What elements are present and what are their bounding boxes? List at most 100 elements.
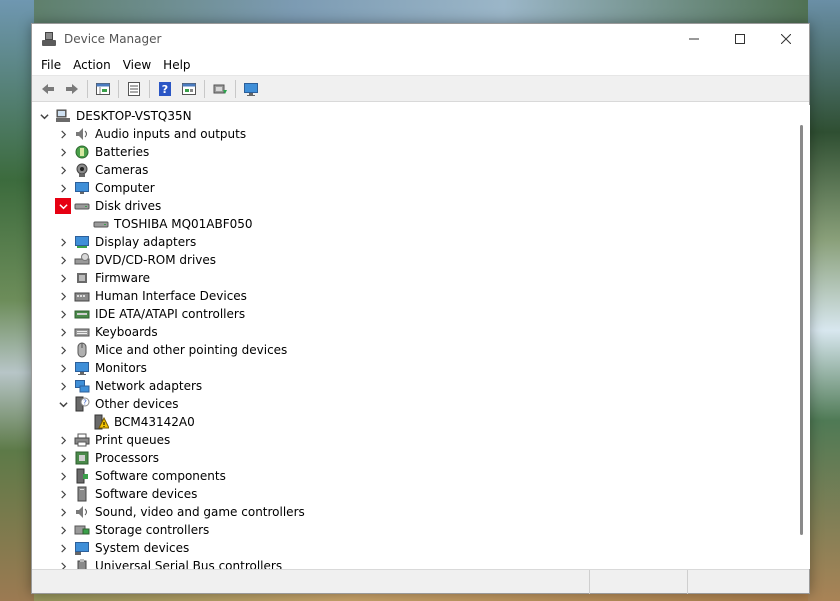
tree-item-label: DVD/CD-ROM drives (95, 253, 217, 267)
tree-item-label: Disk drives (95, 199, 162, 213)
expand-toggle[interactable] (55, 270, 71, 286)
status-cell-tertiary (688, 570, 809, 594)
monitor-icon (74, 360, 90, 376)
tree-category[interactable]: Audio inputs and outputs (33, 125, 793, 143)
tree-item-label: Firmware (95, 271, 150, 285)
usb-icon (74, 558, 90, 569)
expand-toggle[interactable] (55, 252, 71, 268)
chevron-right-icon (60, 309, 66, 319)
expand-toggle[interactable] (55, 540, 71, 556)
title-bar[interactable]: Device Manager (32, 24, 809, 54)
tree-device[interactable]: BCM43142A0 (33, 413, 793, 431)
expand-toggle[interactable] (55, 360, 71, 376)
tree-category[interactable]: Human Interface Devices (33, 287, 793, 305)
chevron-right-icon (60, 291, 66, 301)
update-driver-button[interactable] (210, 79, 230, 99)
tree-category[interactable]: Processors (33, 449, 793, 467)
tree-category[interactable]: Software components (33, 467, 793, 485)
expand-toggle[interactable] (55, 234, 71, 250)
menu-view[interactable]: View (117, 54, 157, 76)
expand-toggle[interactable] (55, 468, 71, 484)
tree-category[interactable]: Cameras (33, 161, 793, 179)
collapse-toggle[interactable] (36, 108, 52, 124)
tree-category[interactable]: Network adapters (33, 377, 793, 395)
chevron-right-icon (60, 561, 66, 569)
maximize-button[interactable] (717, 24, 763, 54)
expand-toggle[interactable] (55, 162, 71, 178)
camera-icon (74, 162, 90, 178)
tree-category[interactable]: Universal Serial Bus controllers (33, 557, 793, 569)
tree-item-label: Monitors (95, 361, 147, 375)
tree-category[interactable]: DVD/CD-ROM drives (33, 251, 793, 269)
tree-category[interactable]: Sound, video and game controllers (33, 503, 793, 521)
collapse-toggle[interactable] (55, 396, 71, 412)
tree-item-label: Cameras (95, 163, 149, 177)
minimize-button[interactable] (671, 24, 717, 54)
expand-toggle[interactable] (55, 180, 71, 196)
storage-controller-icon (74, 522, 90, 538)
expand-toggle[interactable] (55, 342, 71, 358)
properties-button[interactable] (93, 79, 113, 99)
tree-item-label: Network adapters (95, 379, 203, 393)
tree-category[interactable]: Keyboards (33, 323, 793, 341)
expand-toggle[interactable] (55, 432, 71, 448)
scan-hardware-button[interactable] (241, 79, 261, 99)
expand-toggle[interactable] (55, 486, 71, 502)
printer-icon (74, 432, 90, 448)
expand-toggle[interactable] (55, 306, 71, 322)
back-button[interactable] (38, 79, 58, 99)
tree-category[interactable]: Disk drives (33, 197, 793, 215)
expand-toggle[interactable] (55, 504, 71, 520)
menu-action[interactable]: Action (67, 54, 117, 76)
tree-category[interactable]: Mice and other pointing devices (33, 341, 793, 359)
menu-help[interactable]: Help (157, 54, 196, 76)
tree-category[interactable]: Print queues (33, 431, 793, 449)
tree-category[interactable]: Software devices (33, 485, 793, 503)
forward-button[interactable] (62, 79, 82, 99)
computer-root-icon (55, 108, 71, 124)
tree-category[interactable]: ? Other devices (33, 395, 793, 413)
expand-toggle[interactable] (55, 450, 71, 466)
tree-device[interactable]: TOSHIBA MQ01ABF050 (33, 215, 793, 233)
status-cell-secondary (590, 570, 688, 594)
tree-category[interactable]: Batteries (33, 143, 793, 161)
toolbar-separator (118, 79, 119, 98)
expand-toggle[interactable] (55, 144, 71, 160)
status-bar (32, 569, 809, 594)
tree-category[interactable]: Computer (33, 179, 793, 197)
processor-icon (74, 450, 90, 466)
expand-toggle[interactable] (55, 126, 71, 142)
tree-category[interactable]: System devices (33, 539, 793, 557)
help-button[interactable]: ? (155, 79, 175, 99)
expand-toggle[interactable] (55, 324, 71, 340)
scrollbar-thumb[interactable] (800, 125, 803, 535)
tree-root[interactable]: DESKTOP-VSTQ35N (33, 107, 793, 125)
chevron-right-icon (60, 327, 66, 337)
toolbar: ? (32, 76, 809, 102)
chevron-right-icon (60, 129, 66, 139)
chevron-right-icon (60, 165, 66, 175)
details-button[interactable] (179, 79, 199, 99)
toolbar-separator (149, 79, 150, 98)
close-button[interactable] (763, 24, 809, 54)
tree-category[interactable]: Monitors (33, 359, 793, 377)
expand-toggle[interactable] (55, 288, 71, 304)
expand-toggle[interactable] (55, 522, 71, 538)
menu-file[interactable]: File (35, 54, 67, 76)
tree-category[interactable]: IDE ATA/ATAPI controllers (33, 305, 793, 323)
expand-toggle[interactable] (55, 378, 71, 394)
vertical-scrollbar[interactable] (794, 105, 810, 569)
toolbar-separator (87, 79, 88, 98)
chevron-down-icon (58, 203, 68, 209)
tree-category[interactable]: Firmware (33, 269, 793, 287)
monitor-icon (244, 82, 258, 96)
device-tree[interactable]: DESKTOP-VSTQ35N Audio inputs and outputs B… (33, 105, 793, 569)
expand-toggle[interactable] (55, 558, 71, 569)
software-device-icon (74, 486, 90, 502)
tree-item-label: DESKTOP-VSTQ35N (76, 109, 192, 123)
tree-category[interactable]: Display adapters (33, 233, 793, 251)
list-button[interactable] (124, 79, 144, 99)
chevron-down-icon (39, 113, 49, 119)
tree-category[interactable]: Storage controllers (33, 521, 793, 539)
collapse-toggle[interactable] (55, 198, 71, 214)
